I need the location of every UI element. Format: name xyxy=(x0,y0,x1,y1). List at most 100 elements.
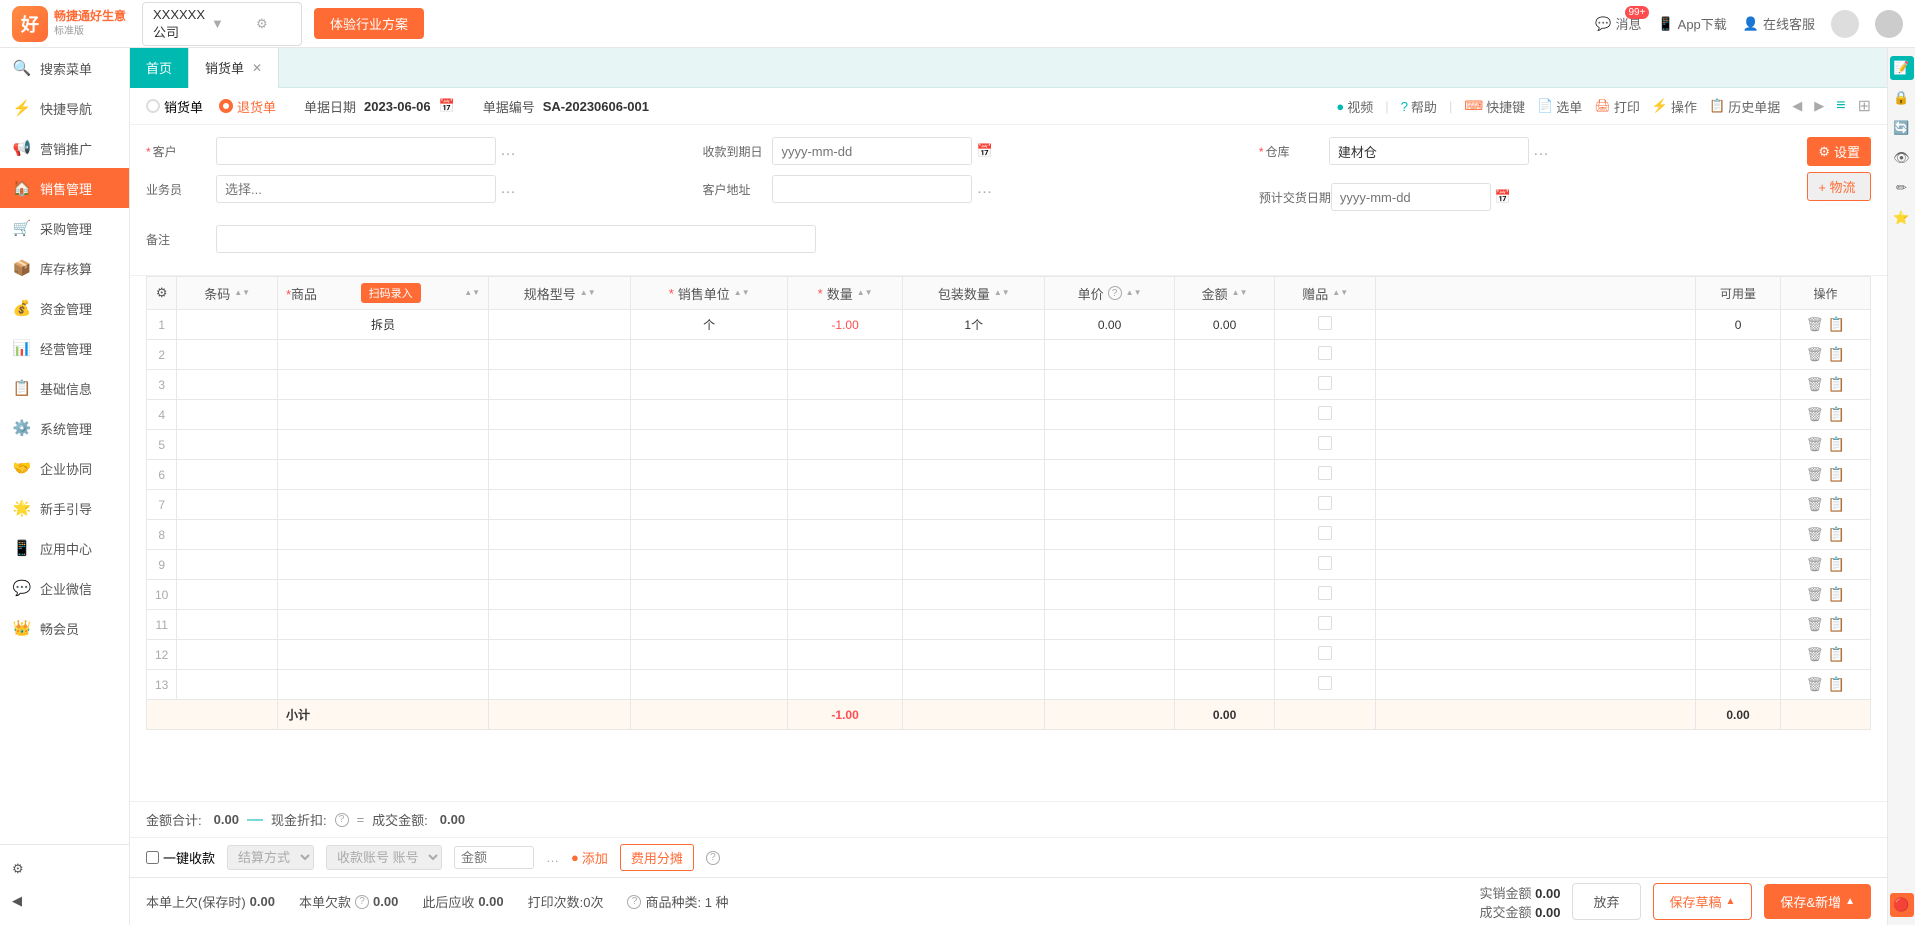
sidebar-item-member[interactable]: 👑 畅会员 xyxy=(0,608,129,648)
sort-product-icon[interactable]: ▲▼ xyxy=(464,289,480,296)
sort-spec-icon[interactable]: ▲▼ xyxy=(580,289,596,296)
sort-qty-icon[interactable]: ▲▼ xyxy=(857,289,873,296)
copy-row-btn-5[interactable]: 📋 xyxy=(1828,436,1845,453)
right-panel-refresh-btn[interactable]: 🔄 xyxy=(1890,116,1914,140)
list-view-btn[interactable]: ≡ xyxy=(1836,97,1845,115)
sort-pkg-icon[interactable]: ▲▼ xyxy=(994,289,1010,296)
calendar-icon[interactable]: 📅 xyxy=(439,98,455,114)
sort-price-icon[interactable]: ▲▼ xyxy=(1126,289,1142,296)
tab-close-icon[interactable]: ✕ xyxy=(252,61,262,75)
unit-price-help-icon[interactable]: ? xyxy=(1108,286,1122,300)
salesperson-input[interactable] xyxy=(216,175,496,203)
gift-checkbox-9[interactable] xyxy=(1318,556,1332,570)
sidebar-item-apps[interactable]: 📱 应用中心 xyxy=(0,528,129,568)
save-new-button[interactable]: 保存&新增 ▲ xyxy=(1764,884,1871,919)
copy-row-btn-1[interactable]: 📋 xyxy=(1828,316,1845,333)
sidebar-item-wechat[interactable]: 💬 企业微信 xyxy=(0,568,129,608)
expected-date-input[interactable] xyxy=(1331,183,1491,211)
grid-view-btn[interactable]: ⊞ xyxy=(1858,96,1871,116)
shortcut-action[interactable]: ⌨ 快捷键 xyxy=(1464,97,1525,116)
radio-return-order[interactable]: 退货单 xyxy=(219,97,276,116)
salesperson-dots-btn[interactable]: … xyxy=(500,181,516,197)
gear-icon[interactable]: ⚙ xyxy=(256,16,291,32)
delete-row-btn-10[interactable]: 🗑 xyxy=(1806,586,1824,603)
right-panel-lock-btn[interactable]: 🔒 xyxy=(1890,86,1914,110)
gift-checkbox-11[interactable] xyxy=(1318,616,1332,630)
gift-checkbox-4[interactable] xyxy=(1318,406,1332,420)
delete-row-btn-13[interactable]: 🗑 xyxy=(1806,676,1824,693)
fee-split-button[interactable]: 费用分摊 xyxy=(620,844,694,871)
sort-amount-icon[interactable]: ▲▼ xyxy=(1232,289,1248,296)
discard-button[interactable]: 放弃 xyxy=(1572,883,1640,920)
delete-row-btn-8[interactable]: 🗑 xyxy=(1806,526,1824,543)
gift-checkbox-5[interactable] xyxy=(1318,436,1332,450)
gift-checkbox-8[interactable] xyxy=(1318,526,1332,540)
copy-row-btn-9[interactable]: 📋 xyxy=(1828,556,1845,573)
sidebar-item-inventory[interactable]: 📦 库存核算 xyxy=(0,248,129,288)
sidebar-item-search[interactable]: 🔍 搜索菜单 xyxy=(0,48,129,88)
sidebar-item-sales[interactable]: 🏠 销售管理 xyxy=(0,168,129,208)
online-service-button[interactable]: 👤 在线客服 xyxy=(1743,14,1815,33)
copy-row-btn-4[interactable]: 📋 xyxy=(1828,406,1845,423)
sidebar-item-marketing[interactable]: 📢 营销推广 xyxy=(0,128,129,168)
expected-date-calendar-icon[interactable]: 📅 xyxy=(1495,189,1511,205)
sidebar-item-guide[interactable]: 🌟 新手引导 xyxy=(0,488,129,528)
copy-row-btn-13[interactable]: 📋 xyxy=(1828,676,1845,693)
owe-help-icon[interactable]: ? xyxy=(355,895,369,909)
add-payment-button[interactable]: ● 添加 xyxy=(571,848,608,867)
account-select[interactable]: 收款账号 账号 xyxy=(326,845,442,870)
operation-action[interactable]: ⚡ 操作 xyxy=(1652,97,1697,116)
sidebar-item-operation[interactable]: 📊 经营管理 xyxy=(0,328,129,368)
right-panel-edit-btn[interactable]: ✏ xyxy=(1890,176,1914,200)
sidebar-item-enterprise[interactable]: 🤝 企业协同 xyxy=(0,448,129,488)
trial-button[interactable]: 体验行业方案 xyxy=(314,8,424,39)
delete-row-btn-1[interactable]: 🗑 xyxy=(1806,316,1824,333)
gift-checkbox-6[interactable] xyxy=(1318,466,1332,480)
customer-addr-input[interactable] xyxy=(772,175,972,203)
col-setting[interactable]: ⚙ xyxy=(147,277,177,310)
company-selector[interactable]: XXXXXX公司 ▼ ⚙ xyxy=(142,2,302,46)
copy-row-btn-2[interactable]: 📋 xyxy=(1828,346,1845,363)
customer-dots-btn[interactable]: … xyxy=(500,143,516,159)
prev-nav[interactable]: ◀ xyxy=(1792,98,1802,114)
right-panel-eye-btn[interactable]: 👁 xyxy=(1890,146,1914,170)
avatar[interactable] xyxy=(1831,10,1859,38)
video-action[interactable]: ● 视频 xyxy=(1336,97,1373,116)
column-setting-icon[interactable]: ⚙ xyxy=(156,285,168,300)
delete-row-btn-6[interactable]: 🗑 xyxy=(1806,466,1824,483)
delete-row-btn-5[interactable]: 🗑 xyxy=(1806,436,1824,453)
radio-sales-order[interactable]: 销货单 xyxy=(146,97,203,116)
help-action[interactable]: ? 帮助 xyxy=(1401,97,1437,116)
sidebar-item-system[interactable]: ⚙️ 系统管理 xyxy=(0,408,129,448)
addr-dots-btn[interactable]: … xyxy=(976,181,992,197)
print-action[interactable]: 🖨 打印 xyxy=(1594,97,1640,116)
fee-help-icon[interactable]: ? xyxy=(706,851,720,865)
gift-checkbox-7[interactable] xyxy=(1318,496,1332,510)
due-date-calendar-icon[interactable]: 📅 xyxy=(976,143,992,159)
message-button[interactable]: 💬 消息 99+ xyxy=(1595,14,1641,33)
delete-row-btn-11[interactable]: 🗑 xyxy=(1806,616,1824,633)
tab-home[interactable]: 首页 xyxy=(130,48,189,88)
tab-sales-order[interactable]: 销货单 ✕ xyxy=(189,48,279,88)
payment-method-select[interactable]: 结算方式 xyxy=(227,845,314,870)
dots-icon[interactable]: … xyxy=(546,850,559,865)
right-panel-notes-btn[interactable]: 📝 xyxy=(1890,56,1914,80)
copy-row-btn-6[interactable]: 📋 xyxy=(1828,466,1845,483)
delete-row-btn-3[interactable]: 🗑 xyxy=(1806,376,1824,393)
delete-row-btn-9[interactable]: 🗑 xyxy=(1806,556,1824,573)
warehouse-input[interactable] xyxy=(1329,137,1529,165)
right-panel-star-btn[interactable]: ⭐ xyxy=(1890,206,1914,230)
copy-row-btn-3[interactable]: 📋 xyxy=(1828,376,1845,393)
payment-amount-input[interactable] xyxy=(454,846,534,869)
one-click-payment-checkbox[interactable]: 一键收款 xyxy=(146,848,215,867)
sidebar-item-purchase[interactable]: 🛒 采购管理 xyxy=(0,208,129,248)
settings-button[interactable]: ⚙ 设置 xyxy=(1807,137,1871,166)
gift-checkbox-1[interactable] xyxy=(1318,316,1332,330)
discount-help-icon[interactable]: ? xyxy=(335,813,349,827)
next-nav[interactable]: ▶ xyxy=(1814,98,1824,114)
warehouse-dots-btn[interactable]: … xyxy=(1533,143,1549,159)
copy-row-btn-12[interactable]: 📋 xyxy=(1828,646,1845,663)
delete-row-btn-7[interactable]: 🗑 xyxy=(1806,496,1824,513)
sidebar-collapse-button[interactable]: ◀ xyxy=(0,885,129,917)
sort-barcode-icon[interactable]: ▲▼ xyxy=(234,289,250,296)
